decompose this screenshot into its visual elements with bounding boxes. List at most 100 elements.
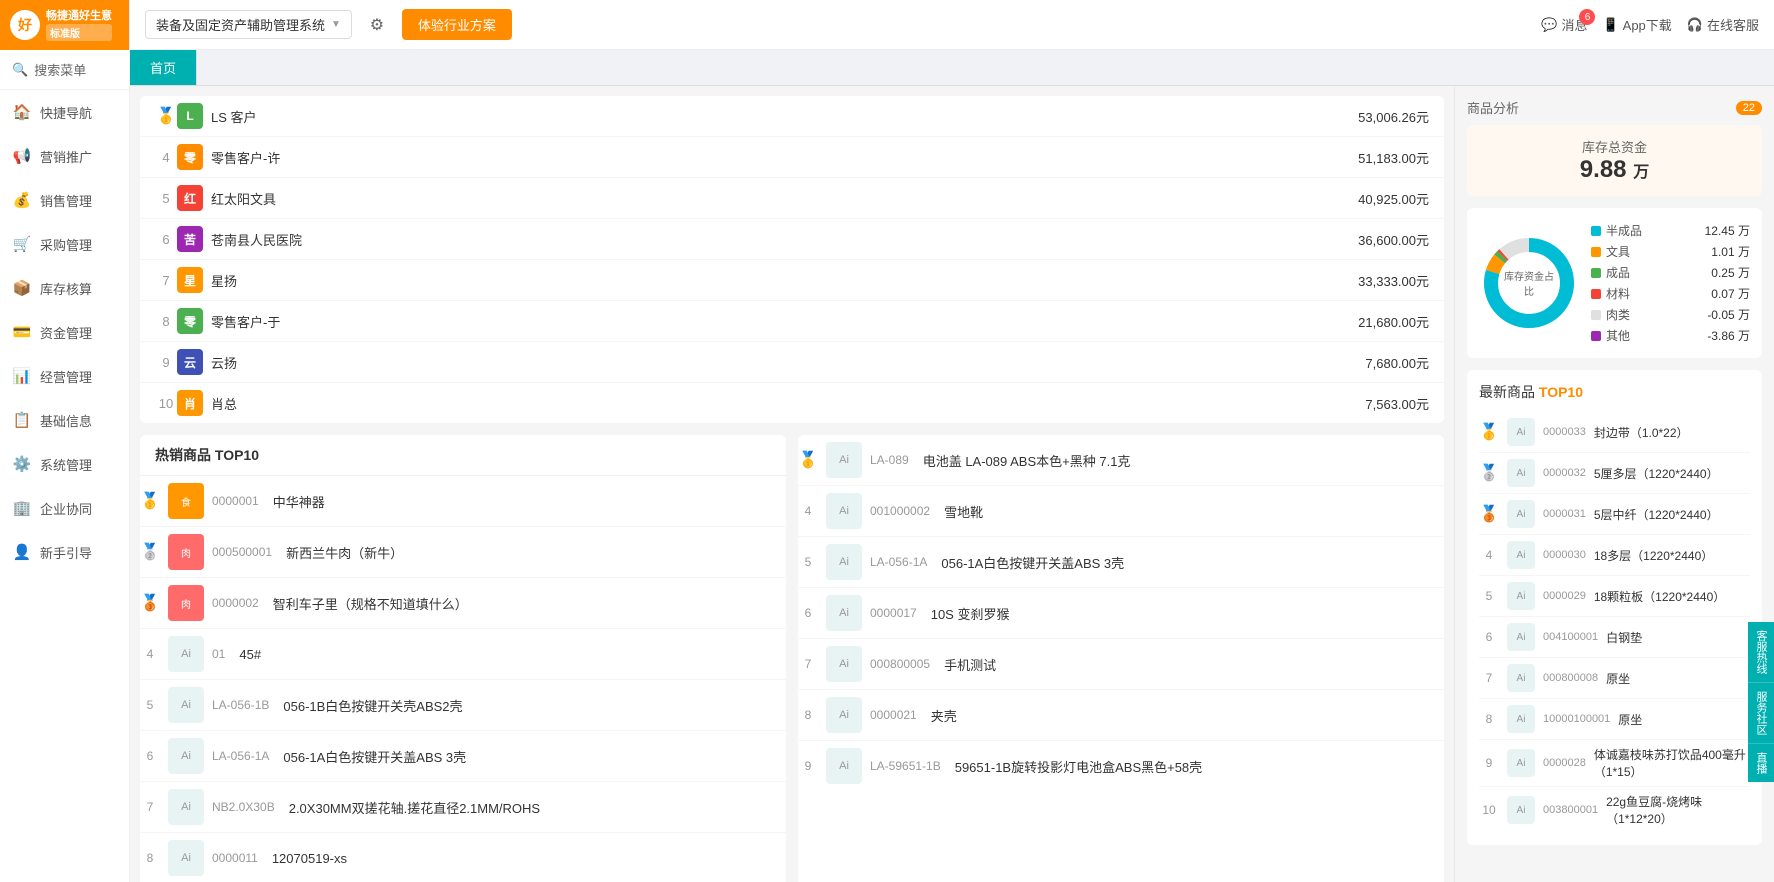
legend-item: 肉类 -0.05 万 (1591, 304, 1750, 325)
app-download-button[interactable]: 📱 App下载 (1602, 15, 1671, 34)
sidebar-item-label-9: 企业协同 (40, 499, 92, 518)
avatar: 零 (177, 144, 203, 170)
list-item: 4 Ai 001000002 雪地靴 (798, 486, 1444, 537)
product-code: 0000032 (1543, 467, 1586, 479)
online-service-button[interactable]: 🎧 在线客服 (1687, 15, 1759, 34)
tab-home[interactable]: 首页 (130, 50, 197, 85)
customer-name: 红太阳文具 (211, 189, 1358, 208)
company-icon: 🏢 (12, 498, 32, 518)
sidebar-item-10[interactable]: 👤 新手引导 (0, 530, 129, 574)
message-button[interactable]: 💬 消息 6 (1541, 15, 1587, 34)
chart-inner: 库存资金占比 半成品 12.45 万 文具 1.01 万 (1479, 220, 1750, 346)
product-name: 5层中纤（1220*2440） (1594, 506, 1750, 523)
customer-amount: 7,680.00元 (1365, 353, 1429, 372)
trial-button[interactable]: 体验行业方案 (402, 9, 512, 40)
sidebar-item-3[interactable]: 🛒 采购管理 (0, 222, 129, 266)
rank-number: 5 (155, 191, 177, 206)
live-stream-button[interactable]: 直播 (1748, 744, 1774, 782)
system-selector[interactable]: 装备及固定资产辅助管理系统 ▼ (145, 10, 352, 39)
marketing-icon: 📢 (12, 146, 32, 166)
logo-title: 畅捷通好生意 (46, 9, 112, 23)
rank-number: 8 (140, 851, 160, 865)
product-name: 智利车子里（规格不知道填什么） (273, 594, 786, 613)
sidebar-item-label-0: 快捷导航 (40, 103, 92, 122)
product-name: 封边带（1.0*22） (1594, 424, 1750, 441)
avatar: L (177, 103, 203, 129)
tab-home-label: 首页 (150, 61, 176, 76)
operation-icon: 📊 (12, 366, 32, 386)
product-icon: Ai (168, 840, 204, 876)
list-item: 7 Ai 000800008 原坐 (1479, 658, 1750, 699)
sidebar-item-6[interactable]: 📊 经营管理 (0, 354, 129, 398)
product-name: 中华神器 (273, 492, 786, 511)
inventory-section: 商品分析 22 库存总资金 9.88 万 (1455, 86, 1774, 857)
hot-products-right-card: 🥇 Ai LA-089 电池盖 LA-089 ABS本色+黑种 7.1克 4 A… (798, 435, 1444, 882)
rank-number: 8 (155, 314, 177, 329)
customer-name: 星扬 (211, 271, 1358, 290)
product-icon: Ai (826, 595, 862, 631)
medal-icon: 🥇 (155, 106, 177, 126)
sidebar-item-5[interactable]: 💳 资金管理 (0, 310, 129, 354)
customer-service-button[interactable]: 客服热线 (1748, 622, 1774, 683)
list-item: 🥇 Ai 0000033 封边带（1.0*22） (1479, 412, 1750, 453)
search-menu-item[interactable]: 🔍 搜索菜单 (0, 50, 129, 90)
sidebar-item-1[interactable]: 📢 营销推广 (0, 134, 129, 178)
finance-icon: 💳 (12, 322, 32, 342)
topbar: 装备及固定资产辅助管理系统 ▼ ⚙ 体验行业方案 💬 消息 6 📱 App下载 … (130, 0, 1774, 50)
product-code: 000500001 (212, 545, 272, 559)
product-code: LA-089 (870, 453, 909, 467)
list-item: 5 Ai 0000029 18颗粒板（1220*2440） (1479, 576, 1750, 617)
table-row: 4 零 零售客户-许 51,183.00元 (140, 137, 1444, 178)
legend-item: 成品 0.25 万 (1591, 262, 1750, 283)
product-icon: Ai (1507, 582, 1535, 610)
list-item: 9 Ai 0000028 体诚嘉枝味苏打饮品400毫升（1*15） (1479, 740, 1750, 787)
product-name: 22g鱼豆腐-烧烤味（1*12*20） (1606, 793, 1750, 827)
table-row: 5 红 红太阳文具 40,925.00元 (140, 178, 1444, 219)
sidebar-item-7[interactable]: 📋 基础信息 (0, 398, 129, 442)
rank-number: 7 (140, 800, 160, 814)
product-icon: Ai (1507, 796, 1535, 824)
purchase-icon: 🛒 (12, 234, 32, 254)
product-name: 白钢垫 (1606, 629, 1750, 646)
product-icon: Ai (1507, 500, 1535, 528)
medal-icon: 🥇 (140, 491, 160, 511)
sidebar-item-9[interactable]: 🏢 企业协同 (0, 486, 129, 530)
rank-number: 8 (1479, 712, 1499, 726)
product-code: 0000030 (1543, 549, 1586, 561)
service-community-button[interactable]: 服务社区 (1748, 683, 1774, 744)
hot-products-left-card: 热销商品 TOP10 🥇 食 0000001 中华神器 🥈 肉 00050000… (140, 435, 786, 882)
product-icon: Ai (1507, 705, 1535, 733)
sidebar-item-label-3: 采购管理 (40, 235, 92, 254)
customer-amount: 53,006.26元 (1358, 107, 1429, 126)
sidebar-item-0[interactable]: 🏠 快捷导航 (0, 90, 129, 134)
logo-badge: 标准版 (46, 24, 112, 41)
system-icon: ⚙️ (12, 454, 32, 474)
rank-number: 9 (1479, 756, 1499, 770)
product-icon: Ai (826, 544, 862, 580)
customer-rank-table: 🥇 L LS 客户 53,006.26元 4 零 零售客户-许 51,183.0… (140, 96, 1444, 423)
product-icon: Ai (1507, 459, 1535, 487)
avatar: 云 (177, 349, 203, 375)
product-name: 056-1B白色按键开关壳ABS2壳 (283, 696, 786, 715)
sidebar-item-4[interactable]: 📦 库存核算 (0, 266, 129, 310)
product-code: 004100001 (1543, 631, 1598, 643)
product-name: 原坐 (1606, 670, 1750, 687)
product-code: 000800008 (1543, 672, 1598, 684)
list-item: 8 Ai 0000011 12070519-xs (140, 833, 786, 882)
product-code: LA-056-1A (212, 749, 269, 763)
sidebar-item-2[interactable]: 💰 销售管理 (0, 178, 129, 222)
list-item: 4 Ai 0000030 18多层（1220*2440） (1479, 535, 1750, 576)
rank-number: 10 (155, 396, 177, 411)
table-row: 7 星 星扬 33,333.00元 (140, 260, 1444, 301)
product-name: 手机测试 (944, 655, 1444, 674)
product-icon: Ai (1507, 623, 1535, 651)
product-name: 12070519-xs (272, 851, 786, 866)
product-name: 18颗粒板（1220*2440） (1594, 588, 1750, 605)
table-row: 9 云 云扬 7,680.00元 (140, 342, 1444, 383)
settings-gear-button[interactable]: ⚙ (362, 10, 392, 40)
float-service-panel: 客服热线 服务社区 直播 (1748, 622, 1774, 782)
search-icon: 🔍 (12, 62, 28, 78)
customer-amount: 36,600.00元 (1358, 230, 1429, 249)
sidebar-item-8[interactable]: ⚙️ 系统管理 (0, 442, 129, 486)
left-panel: 🥇 L LS 客户 53,006.26元 4 零 零售客户-许 51,183.0… (130, 86, 1454, 882)
